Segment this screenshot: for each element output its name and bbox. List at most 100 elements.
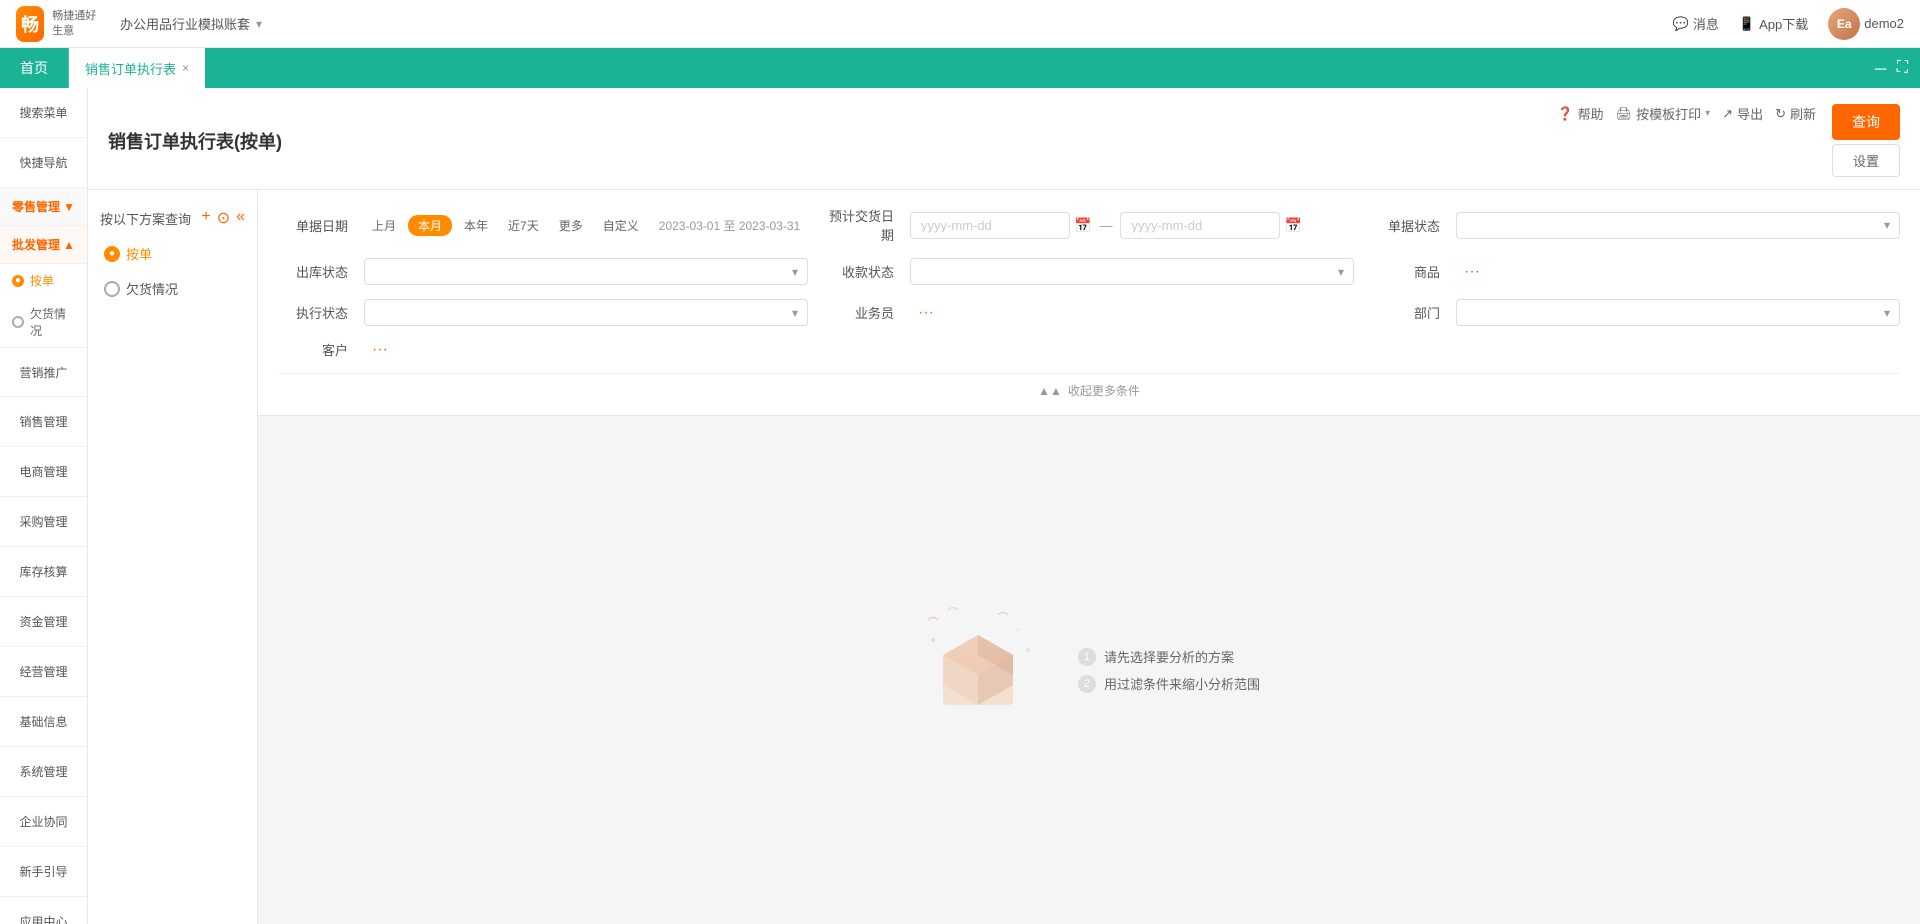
sidebar-operations[interactable]: 经营管理 xyxy=(0,647,87,697)
tab-sales-order[interactable]: 销售订单执行表 × xyxy=(69,48,205,88)
maximize-button[interactable]: ⛶ xyxy=(1897,59,1908,77)
logo-text: 畅捷通好生意 xyxy=(52,9,104,38)
date-period-label: 单据日期 xyxy=(278,216,348,235)
goods-label: 商品 xyxy=(1370,262,1440,281)
tab-close-icon[interactable]: × xyxy=(182,61,189,75)
app-download-button[interactable]: 📱 App下载 xyxy=(1739,14,1808,33)
date-tab-本年[interactable]: 本年 xyxy=(456,215,496,236)
receipt-label: 收款状态 xyxy=(824,262,894,281)
status-select[interactable] xyxy=(1456,212,1900,239)
filter-row-4: 客户 ··· xyxy=(278,340,1900,359)
export-icon: ↗ xyxy=(1722,106,1733,122)
outbound-select[interactable] xyxy=(364,258,808,285)
collapse-filter-icon[interactable]: « xyxy=(236,208,245,228)
empty-hints: 1 请先选择要分析的方案 2 用过滤条件来缩小分析范围 xyxy=(1078,647,1260,693)
sidebar-purchase[interactable]: 采购管理 xyxy=(0,497,87,547)
minimize-button[interactable]: － xyxy=(1873,56,1889,80)
wholesale-mgmt-label: 批发管理 xyxy=(12,236,60,253)
salesperson-more-icon[interactable]: ··· xyxy=(910,304,942,322)
sidebar-quick-nav[interactable]: 快捷导航 xyxy=(0,138,87,188)
hint-2-number: 2 xyxy=(1078,675,1096,693)
sidebar-finance[interactable]: 资金管理 xyxy=(0,597,87,647)
sidebar-inventory[interactable]: 库存核算 xyxy=(0,547,87,597)
download-icon: 📱 xyxy=(1739,16,1755,32)
message-button[interactable]: 💬 消息 xyxy=(1673,14,1719,33)
sidebar-basic-info[interactable]: 基础信息 xyxy=(0,697,87,747)
collapse-chevron-icon: ▲▲ xyxy=(1038,384,1062,398)
filter-row-1: 单据日期 上月 本月 本年 近7天 更多 自定义 2023-03-01 至 20… xyxy=(278,206,1900,244)
sidebar-system-mgmt[interactable]: 系统管理 xyxy=(0,747,87,797)
logo-icon: 畅 xyxy=(16,6,44,42)
outbound-label: 出库状态 xyxy=(278,262,348,281)
execution-label: 执行状态 xyxy=(278,303,348,322)
page-actions: ❓ 帮助 🖨 按模板打印 ▾ ↗ 导出 ↻ 刷新 xyxy=(1557,104,1816,123)
sidebar-sales-mgmt[interactable]: 销售管理 xyxy=(0,397,87,447)
results-section: 1 请先选择要分析的方案 2 用过滤条件来缩小分析范围 xyxy=(258,416,1920,924)
filter-item-欠货情况[interactable]: 欠货情况 xyxy=(88,271,257,306)
operations-label: 经营管理 xyxy=(19,663,67,680)
按单-bullet-icon: ● xyxy=(12,275,24,287)
salesperson-label: 业务员 xyxy=(824,303,894,322)
marketing-label: 营销推广 xyxy=(19,364,67,381)
settings-button[interactable]: 设置 xyxy=(1832,144,1900,177)
按单-label: 按单 xyxy=(30,272,54,289)
date-tab-上月[interactable]: 上月 xyxy=(364,215,404,236)
expected-date-from[interactable] xyxy=(910,212,1070,239)
receipt-select[interactable] xyxy=(910,258,1354,285)
user-name: demo2 xyxy=(1864,16,1904,31)
calendar-to-icon[interactable]: 📅 xyxy=(1284,217,1301,234)
system-title-chevron-icon[interactable]: ▾ xyxy=(256,17,262,31)
search-label: 搜索菜单 xyxy=(19,104,67,121)
sidebar-app-center[interactable]: 应用中心 xyxy=(0,897,87,924)
date-tab-更多[interactable]: 更多 xyxy=(551,215,591,236)
salesperson-control: ··· xyxy=(910,304,1354,322)
edit-filter-icon[interactable]: ⊙ xyxy=(217,208,230,228)
expected-date-control: 📅 — 📅 xyxy=(910,212,1354,239)
quick-nav-label: 快捷导航 xyxy=(19,154,67,171)
execution-select[interactable] xyxy=(364,299,808,326)
dept-select[interactable] xyxy=(1456,299,1900,326)
query-button[interactable]: 查询 xyxy=(1832,104,1900,140)
print-label: 按模板打印 xyxy=(1636,104,1701,123)
sidebar: 搜索菜单 快捷导航 零售管理 ▼ 批发管理 ▲ ● 按单 欠货情况 营销推广 销… xyxy=(0,88,88,924)
date-tabs: 上月 本月 本年 近7天 更多 自定义 2023-03-01 至 2023-03… xyxy=(364,215,800,236)
help-label: 帮助 xyxy=(1578,104,1604,123)
window-controls: － ⛶ xyxy=(1873,56,1920,80)
sales-mgmt-label: 销售管理 xyxy=(19,413,67,430)
customer-more-icon[interactable]: ··· xyxy=(364,341,396,359)
goods-more-icon[interactable]: ··· xyxy=(1456,263,1488,281)
sidebar-subitem-按单[interactable]: ● 按单 xyxy=(0,264,87,297)
user-avatar[interactable]: Ea demo2 xyxy=(1828,8,1904,40)
filter-sidebar-header: 按以下方案查询 + ⊙ « xyxy=(88,200,257,236)
sidebar-onboarding[interactable]: 新手引导 xyxy=(0,847,87,897)
empty-illustration xyxy=(918,600,1038,720)
sidebar-search[interactable]: 搜索菜单 xyxy=(0,88,87,138)
collapse-button[interactable]: ▲▲ 收起更多条件 xyxy=(278,373,1900,407)
top-actions: 💬 消息 📱 App下载 Ea demo2 xyxy=(1673,8,1904,40)
help-button[interactable]: ❓ 帮助 xyxy=(1557,104,1603,123)
sidebar-wholesale-mgmt[interactable]: 批发管理 ▲ xyxy=(0,226,87,264)
export-button[interactable]: ↗ 导出 xyxy=(1722,104,1763,123)
sidebar-subitem-欠货情况[interactable]: 欠货情况 xyxy=(0,297,87,347)
refresh-button[interactable]: ↻ 刷新 xyxy=(1775,104,1816,123)
sidebar-marketing[interactable]: 营销推广 xyxy=(0,347,87,397)
dept-select-wrapper xyxy=(1456,299,1900,326)
ecommerce-label: 电商管理 xyxy=(19,463,67,480)
print-button[interactable]: 🖨 按模板打印 ▾ xyxy=(1616,104,1711,123)
finance-label: 资金管理 xyxy=(19,613,67,630)
status-select-wrapper xyxy=(1456,212,1900,239)
add-filter-icon[interactable]: + xyxy=(201,208,210,228)
expected-date-to[interactable] xyxy=(1120,212,1280,239)
date-tab-本月[interactable]: 本月 xyxy=(408,215,452,236)
date-tab-自定义[interactable]: 自定义 xyxy=(595,215,647,236)
calendar-from-icon[interactable]: 📅 xyxy=(1074,217,1091,234)
goods-control: ··· xyxy=(1456,263,1900,281)
filter-row-2: 出库状态 收款状态 商品 xyxy=(278,258,1900,285)
sidebar-ecommerce[interactable]: 电商管理 xyxy=(0,447,87,497)
tab-home[interactable]: 首页 xyxy=(0,48,69,88)
sidebar-retail-mgmt[interactable]: 零售管理 ▼ xyxy=(0,188,87,226)
enterprise-collab-label: 企业协同 xyxy=(19,813,67,830)
date-tab-近7天[interactable]: 近7天 xyxy=(500,215,547,236)
sidebar-enterprise-collab[interactable]: 企业协同 xyxy=(0,797,87,847)
filter-item-按单[interactable]: ● 按单 xyxy=(88,236,257,271)
